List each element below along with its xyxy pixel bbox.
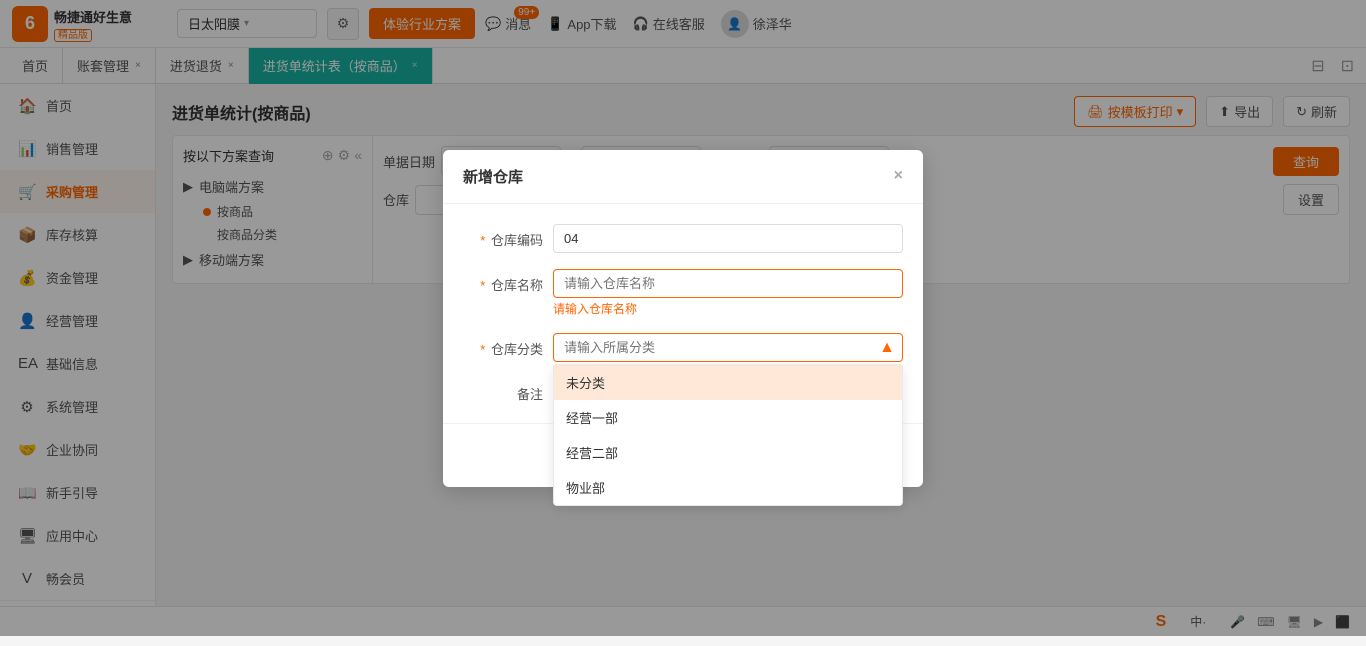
category-option-unclassified[interactable]: 未分类 xyxy=(554,365,902,400)
category-input[interactable] xyxy=(553,333,903,362)
name-error-msg: 请输入仓库名称 xyxy=(553,300,903,317)
category-field: ▲ 未分类 经营一部 经营二部 物业部 xyxy=(553,333,903,362)
category-option-dept2[interactable]: 经营二部 xyxy=(554,435,902,470)
category-option-dept3[interactable]: 物业部 xyxy=(554,470,902,505)
category-option-dept1[interactable]: 经营一部 xyxy=(554,400,902,435)
code-label: * 仓库编码 xyxy=(463,224,543,249)
category-label: * 仓库分类 xyxy=(463,333,543,358)
form-row-name: * 仓库名称 请输入仓库名称 xyxy=(463,269,903,317)
code-input[interactable] xyxy=(553,224,903,253)
code-field xyxy=(553,224,903,253)
category-dropdown: 未分类 经营一部 经营二部 物业部 xyxy=(553,364,903,506)
name-field: 请输入仓库名称 xyxy=(553,269,903,317)
modal-overlay[interactable]: 新增仓库 × * 仓库编码 * 仓库名称 xyxy=(0,0,1366,636)
form-row-category: * 仓库分类 ▲ 未分类 经营一部 经营二部 物业部 xyxy=(463,333,903,362)
name-label: * 仓库名称 xyxy=(463,269,543,294)
category-toggle-icon[interactable]: ▲ xyxy=(879,339,895,357)
modal-header: 新增仓库 × xyxy=(443,150,923,204)
category-input-wrapper: ▲ xyxy=(553,333,903,362)
modal-close-button[interactable]: × xyxy=(894,167,903,185)
add-warehouse-modal: 新增仓库 × * 仓库编码 * 仓库名称 xyxy=(443,150,923,487)
name-input[interactable] xyxy=(553,269,903,298)
form-row-code: * 仓库编码 xyxy=(463,224,903,253)
modal-title: 新增仓库 xyxy=(463,166,523,187)
remark-label: 备注 xyxy=(463,378,543,403)
modal-body: * 仓库编码 * 仓库名称 请输入仓库名称 xyxy=(443,204,923,407)
